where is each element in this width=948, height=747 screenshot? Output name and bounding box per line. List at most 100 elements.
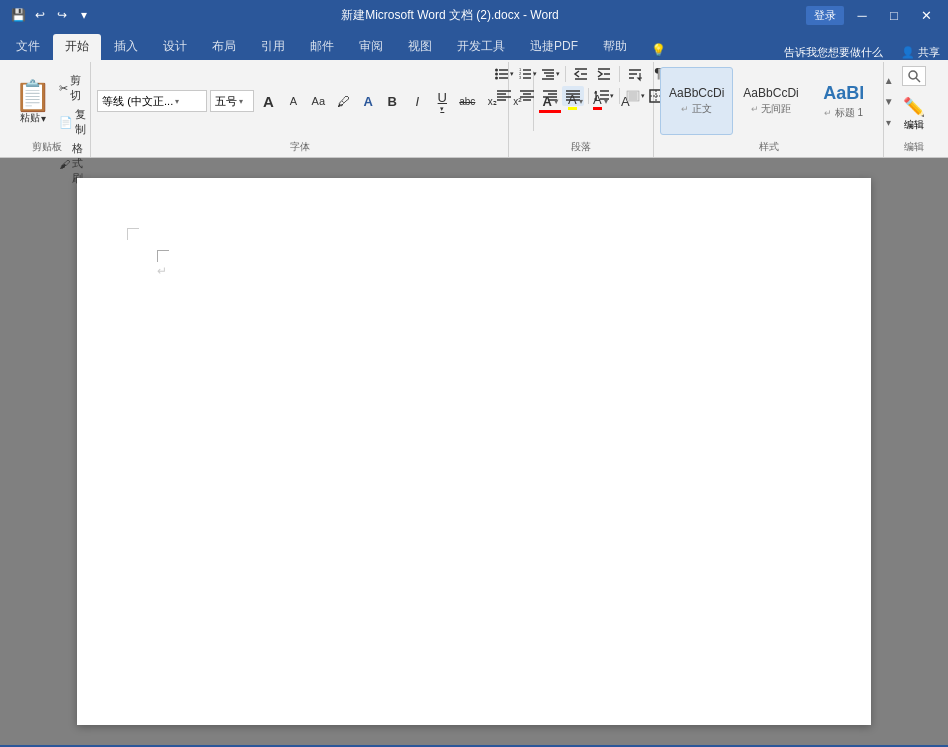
align-left-button[interactable] [493, 86, 515, 106]
svg-line-53 [916, 78, 920, 82]
paragraph-mark: ↵ [157, 264, 169, 278]
style-normal-name: ↵ 正文 [681, 102, 712, 116]
maximize-button[interactable]: □ [880, 5, 908, 25]
quick-access: 💾 ↩ ↪ ▾ [8, 5, 94, 25]
paste-label: 粘贴▾ [20, 111, 46, 125]
svg-point-4 [495, 73, 498, 76]
tab-view[interactable]: 视图 [396, 34, 444, 60]
no-spacing-indicator: ↵ [751, 104, 762, 114]
editing-group-label: 编辑 [890, 138, 938, 157]
clipboard-content: 📋 粘贴▾ ✂ 剪切 📄 复制 [10, 64, 84, 138]
tab-file[interactable]: 文件 [4, 34, 52, 60]
bullets-button[interactable]: ▾ [493, 64, 515, 84]
tab-layout[interactable]: 布局 [200, 34, 248, 60]
decrease-indent-button[interactable] [570, 64, 592, 84]
svg-point-52 [909, 71, 917, 79]
editing-content: ✏️ 编辑 [890, 64, 938, 138]
paragraph-group-label: 段落 [515, 138, 647, 157]
minimize-button[interactable]: ─ [848, 5, 876, 25]
copy-icon: 📄 [59, 116, 73, 129]
styles-group-label: 样式 [660, 138, 877, 157]
undo-quick-btn[interactable]: ↩ [30, 5, 50, 25]
font-group: 等线 (中文正... ▾ 五号 ▾ A A Aa 🖊 A B I [91, 62, 509, 157]
copy-button[interactable]: 📄 复制 [55, 106, 90, 138]
styles-container: AaBbCcDi ↵ 正文 AaBbCcDi ↵ 无间距 [660, 67, 897, 135]
multilevel-list-button[interactable]: ▾ [539, 64, 561, 84]
para-sep2 [619, 66, 620, 82]
numbering-button[interactable]: 123 ▾ [516, 64, 538, 84]
ribbon-content: 📋 粘贴▾ ✂ 剪切 📄 复制 [0, 60, 948, 157]
document-page[interactable]: ↵ [77, 178, 871, 725]
share-label: 共享 [918, 45, 940, 60]
font-size-dropdown-arrow: ▾ [239, 97, 243, 106]
window-title: 新建Microsoft Word 文档 (2).docx - Word [341, 8, 559, 22]
cut-icon: ✂ [59, 82, 68, 95]
edit-button[interactable]: ✏️ 编辑 [884, 92, 944, 136]
svg-point-3 [495, 69, 498, 72]
redo-quick-btn[interactable]: ↪ [52, 5, 72, 25]
close-button[interactable]: ✕ [912, 5, 940, 25]
clipboard-group: 📋 粘贴▾ ✂ 剪切 📄 复制 [4, 62, 91, 157]
heading1-indicator: ↵ [824, 108, 835, 118]
change-case-button[interactable]: Aa [307, 90, 329, 112]
paste-icon: 📋 [14, 81, 51, 111]
tell-me[interactable]: 告诉我您想要做什么 [774, 45, 893, 60]
tab-help[interactable]: 帮助 [591, 34, 639, 60]
help-icon[interactable]: 💡 [648, 40, 668, 60]
para-row1: ▾ 123 ▾ ▾ [493, 64, 669, 84]
save-quick-btn[interactable]: 💾 [8, 5, 28, 25]
edit-icon: ✏️ [903, 96, 925, 118]
highlight-button[interactable]: A ▾ [564, 90, 586, 112]
tab-design[interactable]: 设计 [151, 34, 199, 60]
underline-button[interactable]: U ▾ [431, 90, 453, 112]
style-heading1[interactable]: AaBl ↵ 标题 1 [809, 67, 879, 135]
bold-button[interactable]: B [381, 90, 403, 112]
paste-button[interactable]: 📋 粘贴▾ [10, 68, 55, 138]
para-sep4 [619, 88, 620, 104]
style-heading1-name: ↵ 标题 1 [824, 106, 863, 120]
sort-button[interactable] [624, 64, 646, 84]
search-box[interactable] [902, 66, 926, 86]
search-icon [907, 69, 921, 83]
tab-insert[interactable]: 插入 [102, 34, 150, 60]
text-effect-button[interactable]: A [357, 90, 379, 112]
document-area[interactable]: ↵ [0, 158, 948, 745]
italic-button[interactable]: I [406, 90, 428, 112]
tab-references[interactable]: 引用 [249, 34, 297, 60]
cut-button[interactable]: ✂ 剪切 [55, 72, 90, 104]
shading-button[interactable]: ▾ [624, 86, 646, 106]
style-no-spacing-name: ↵ 无间距 [751, 102, 792, 116]
customize-quick-btn[interactable]: ▾ [74, 5, 94, 25]
font-color-button[interactable]: A ▾ [589, 90, 611, 112]
style-no-spacing[interactable]: AaBbCcDi ↵ 无间距 [735, 67, 806, 135]
ribbon: 文件 开始 插入 设计 布局 引用 邮件 审阅 视图 开发工具 迅捷PDF 帮助… [0, 30, 948, 158]
font-size-selector[interactable]: 五号 ▾ [210, 90, 254, 112]
tab-pdf[interactable]: 迅捷PDF [518, 34, 590, 60]
tab-mailings[interactable]: 邮件 [298, 34, 346, 60]
format-painter-icon: 🖌 [59, 158, 70, 170]
font-group-label: 字体 [97, 138, 502, 157]
para-sep1 [565, 66, 566, 82]
tab-developer[interactable]: 开发工具 [445, 34, 517, 60]
clear-format-button[interactable]: 🖊 [332, 90, 354, 112]
title-bar-left: 💾 ↩ ↪ ▾ [8, 5, 94, 25]
text-cursor-mark [157, 250, 169, 262]
tab-review[interactable]: 审阅 [347, 34, 395, 60]
normal-indicator: ↵ [681, 104, 692, 114]
grow-font-button[interactable]: A [257, 90, 279, 112]
title-bar-center: 新建Microsoft Word 文档 (2).docx - Word [94, 7, 806, 24]
shrink-font-button[interactable]: A [282, 90, 304, 112]
text-color-button[interactable]: A ▾ [539, 90, 561, 112]
align-center-button[interactable] [516, 86, 538, 106]
style-normal[interactable]: AaBbCcDi ↵ 正文 [660, 67, 733, 135]
tab-home[interactable]: 开始 [53, 34, 101, 60]
strikethrough-button[interactable]: abc [456, 90, 478, 112]
title-bar: 💾 ↩ ↪ ▾ 新建Microsoft Word 文档 (2).docx - W… [0, 0, 948, 30]
login-button[interactable]: 登录 [806, 6, 844, 25]
page-corner-tl [127, 228, 139, 240]
increase-indent-button[interactable] [593, 64, 615, 84]
font-name-selector[interactable]: 等线 (中文正... ▾ [97, 90, 207, 112]
share-btn[interactable]: 👤 共享 [893, 45, 948, 60]
title-bar-right: 登录 ─ □ ✕ [806, 5, 940, 25]
edit-label: 编辑 [904, 118, 924, 132]
